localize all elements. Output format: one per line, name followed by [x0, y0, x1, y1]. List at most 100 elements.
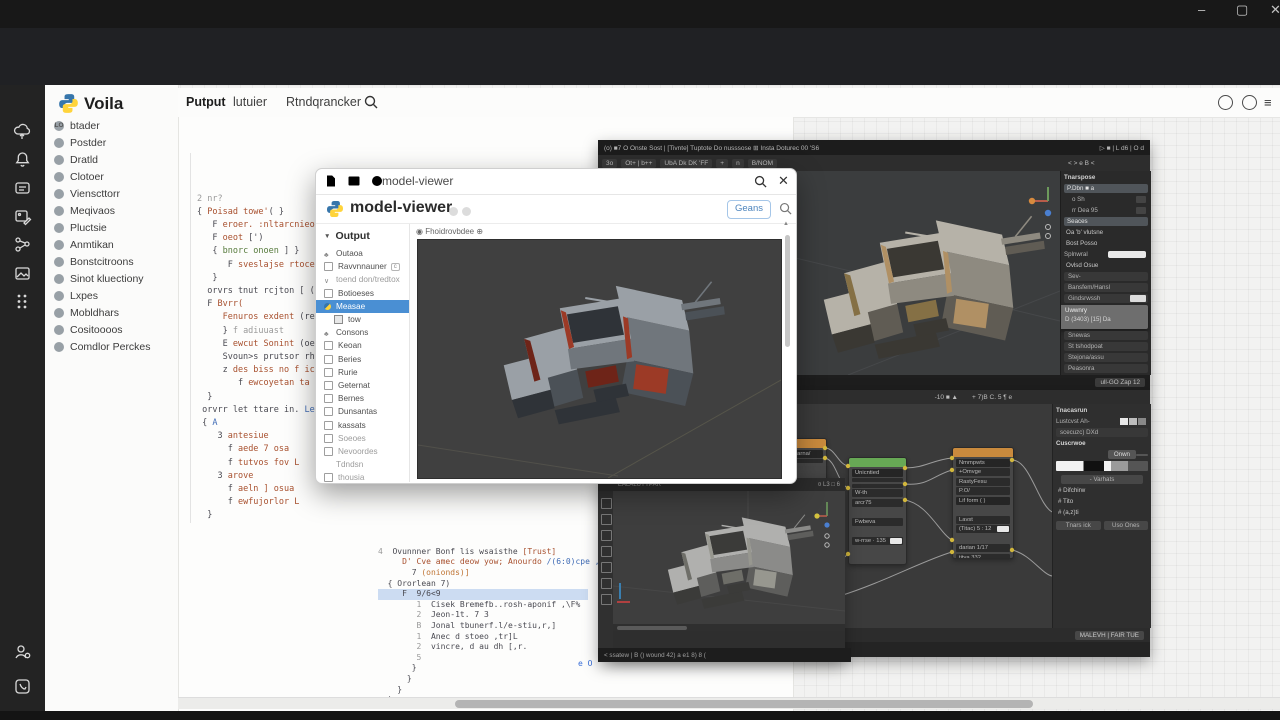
small-3d-viewport[interactable]	[613, 491, 845, 624]
panel-row[interactable]: rr Dea 95	[1064, 206, 1148, 215]
sidebar-tree-item[interactable]: Nevoordes	[316, 445, 409, 458]
sidebar-tree-item[interactable]: Rurie	[316, 366, 409, 379]
panel-row[interactable]: Seaces	[1064, 217, 1148, 226]
split-view-icon[interactable]	[347, 174, 361, 188]
sidebar-tree-item[interactable]: Outaoa	[316, 247, 409, 260]
npanel-row[interactable]: scecuzc) DXd	[1056, 428, 1148, 437]
vehicle-model[interactable]	[463, 265, 733, 433]
npanel-row[interactable]	[1056, 461, 1148, 471]
panel-row[interactable]: Snewas	[1064, 331, 1148, 340]
sidebar-tree-item[interactable]: Soeoes	[316, 432, 409, 445]
blender-menubar[interactable]: (o) ■7 O Onste Sost | [Tivnte] Tuptote D…	[598, 140, 1150, 155]
npanel-row[interactable]: Cuscrwoe	[1056, 439, 1148, 448]
menu-lutuier[interactable]: lutuier	[233, 95, 267, 109]
header-chip[interactable]: +	[716, 158, 729, 168]
sidebar-tree-item[interactable]: Beries	[316, 353, 409, 366]
window-close-button[interactable]: ✕	[1270, 3, 1280, 17]
sidebar-tree-item[interactable]: Consons	[316, 326, 409, 339]
navigation-gizmo[interactable]	[813, 496, 841, 551]
npanel-row[interactable]: # (a,z)ti	[1056, 508, 1148, 517]
sidebar-tree-item[interactable]: Botioeses	[316, 287, 409, 300]
sidebar-tree-item[interactable]: tow	[316, 313, 409, 326]
phone-icon[interactable]	[13, 677, 32, 696]
vehicle-model[interactable]	[783, 201, 1053, 366]
panel-row[interactable]: Oa 'b' vlutsne	[1064, 228, 1148, 237]
image-edit-icon[interactable]	[13, 207, 32, 226]
sidebar-nav-item[interactable]: Anmtikan	[45, 236, 178, 253]
vehicle-model[interactable]	[641, 503, 819, 615]
window-minimize-button[interactable]: –	[1198, 3, 1205, 17]
popup-scrollbar[interactable]	[785, 229, 790, 477]
panel-row[interactable]: Bost Posso	[1064, 239, 1148, 248]
npanel-row[interactable]: Onwn	[1056, 450, 1148, 459]
sidebar-nav-item[interactable]: Postder	[45, 134, 178, 151]
panel-row[interactable]: Bansfem/Hansl	[1064, 283, 1148, 292]
account-icon[interactable]	[13, 642, 32, 661]
nodes-icon[interactable]	[13, 235, 32, 254]
menu-rndmrancker[interactable]: Rtndqrancker	[286, 95, 361, 109]
node-editor-sidebar[interactable]: Tnacasrun Lustcvst Ah- scecuzc) DXd Cusc…	[1052, 404, 1151, 628]
page-hscrollbar[interactable]	[178, 697, 1280, 709]
grid-dots-icon[interactable]	[13, 292, 32, 311]
scrollbar-thumb[interactable]	[617, 625, 687, 630]
header-chip[interactable]: UbA Dk DK 'FF	[660, 158, 713, 168]
header-chip[interactable]: Ot+ | b++	[621, 158, 657, 168]
properties-panel[interactable]: Tnarspose P.Dbn ■ a o Sh rr Dea 95 Seace…	[1060, 171, 1151, 375]
scroll-up-icon[interactable]: ▲	[783, 221, 789, 227]
sidebar-nav-item[interactable]: Bonstcitroons	[45, 253, 178, 270]
sidebar-nav-item[interactable]: LO btader	[45, 117, 178, 134]
sidebar-tree-item[interactable]: kassats	[316, 418, 409, 431]
panel-row[interactable]: o Sh	[1064, 195, 1148, 204]
hamburger-menu-icon[interactable]: ≡	[1264, 95, 1272, 110]
file-icon[interactable]	[324, 174, 338, 188]
panel-row[interactable]: Uwwnry D (3403) [15] Da	[1061, 305, 1148, 329]
npanel-row[interactable]: # Tito	[1056, 497, 1148, 506]
kernel-status-icon[interactable]	[1218, 95, 1233, 110]
panel-row[interactable]: Peasonra	[1064, 364, 1148, 373]
sidebar-nav-item[interactable]: Clotoer	[45, 168, 178, 185]
npanel-row[interactable]: Tnars ick Uso Ones	[1056, 521, 1148, 530]
sidebar-tree-item[interactable]: Geternat	[316, 379, 409, 392]
popup-titlebar[interactable]: model-viewer ✕	[316, 169, 796, 195]
header-chip[interactable]: 3o	[602, 158, 618, 168]
sidebar-nav-item[interactable]: Mobldhars	[45, 304, 178, 321]
popup-close-icon[interactable]: ✕	[778, 173, 789, 189]
panel-row[interactable]: P.Dbn ■ a	[1064, 184, 1148, 193]
code-cell-bottom[interactable]: 4 Ovunnner Bonf lis wsaisthe [Trust] D' …	[378, 515, 619, 720]
small-vp-header-icons[interactable]: ¤ L3 □ 6	[818, 482, 840, 488]
sidebar-nav-item[interactable]: Vienscttorr	[45, 185, 178, 202]
sidebar-tree-item[interactable]: Bernes	[316, 392, 409, 405]
sidebar-nav-item[interactable]: Comdlor Perckes	[45, 338, 178, 355]
small-vp-hscrollbar[interactable]	[613, 624, 845, 631]
notes-icon[interactable]	[13, 179, 32, 198]
sidebar-nav-item[interactable]: Cositoooos	[45, 321, 178, 338]
panel-row[interactable]: Ovlsd Osue	[1064, 261, 1148, 270]
bell-icon[interactable]	[13, 150, 32, 169]
header-search-icon[interactable]	[779, 202, 792, 215]
sidebar-tree-item[interactable]: toend don/tredtox	[316, 273, 409, 286]
menu-putput[interactable]: Putput	[186, 95, 226, 109]
header-chip[interactable]: B/NOM	[747, 158, 777, 168]
npanel-row[interactable]: Tnacasrun	[1056, 406, 1148, 415]
scrollbar-thumb[interactable]	[455, 699, 1033, 708]
npanel-row[interactable]: - Varhats	[1061, 475, 1143, 484]
npanel-row[interactable]: # Difchirw	[1056, 486, 1148, 495]
panel-row[interactable]: Tnarspose	[1064, 173, 1148, 182]
sidebar-tree-item[interactable]: Keoan	[316, 339, 409, 352]
npanel-row[interactable]: Lustcvst Ah-	[1056, 417, 1148, 426]
header-chip[interactable]: n	[732, 158, 744, 168]
output-section-header[interactable]: Output	[324, 230, 409, 242]
panel-row[interactable]: Splnwral	[1064, 250, 1148, 259]
popup-search-icon[interactable]	[754, 175, 767, 188]
sidebar-tree-item[interactable]: Ravvnnauner c	[316, 260, 409, 273]
sidebar-nav-item[interactable]: Meqivaos	[45, 202, 178, 219]
window-maximize-button[interactable]: ▢	[1236, 3, 1248, 17]
geans-button[interactable]: Geans	[727, 200, 771, 219]
info-icon[interactable]	[1242, 95, 1257, 110]
sidebar-nav-item[interactable]: Lxpes	[45, 287, 178, 304]
sidebar-nav-item[interactable]: Dratld	[45, 151, 178, 168]
picture-icon[interactable]	[13, 264, 32, 283]
model-viewer-canvas[interactable]	[417, 239, 782, 479]
sidebar-tree-item[interactable]: Measae	[316, 299, 409, 313]
panel-row[interactable]: Stejona/assu	[1064, 353, 1148, 362]
